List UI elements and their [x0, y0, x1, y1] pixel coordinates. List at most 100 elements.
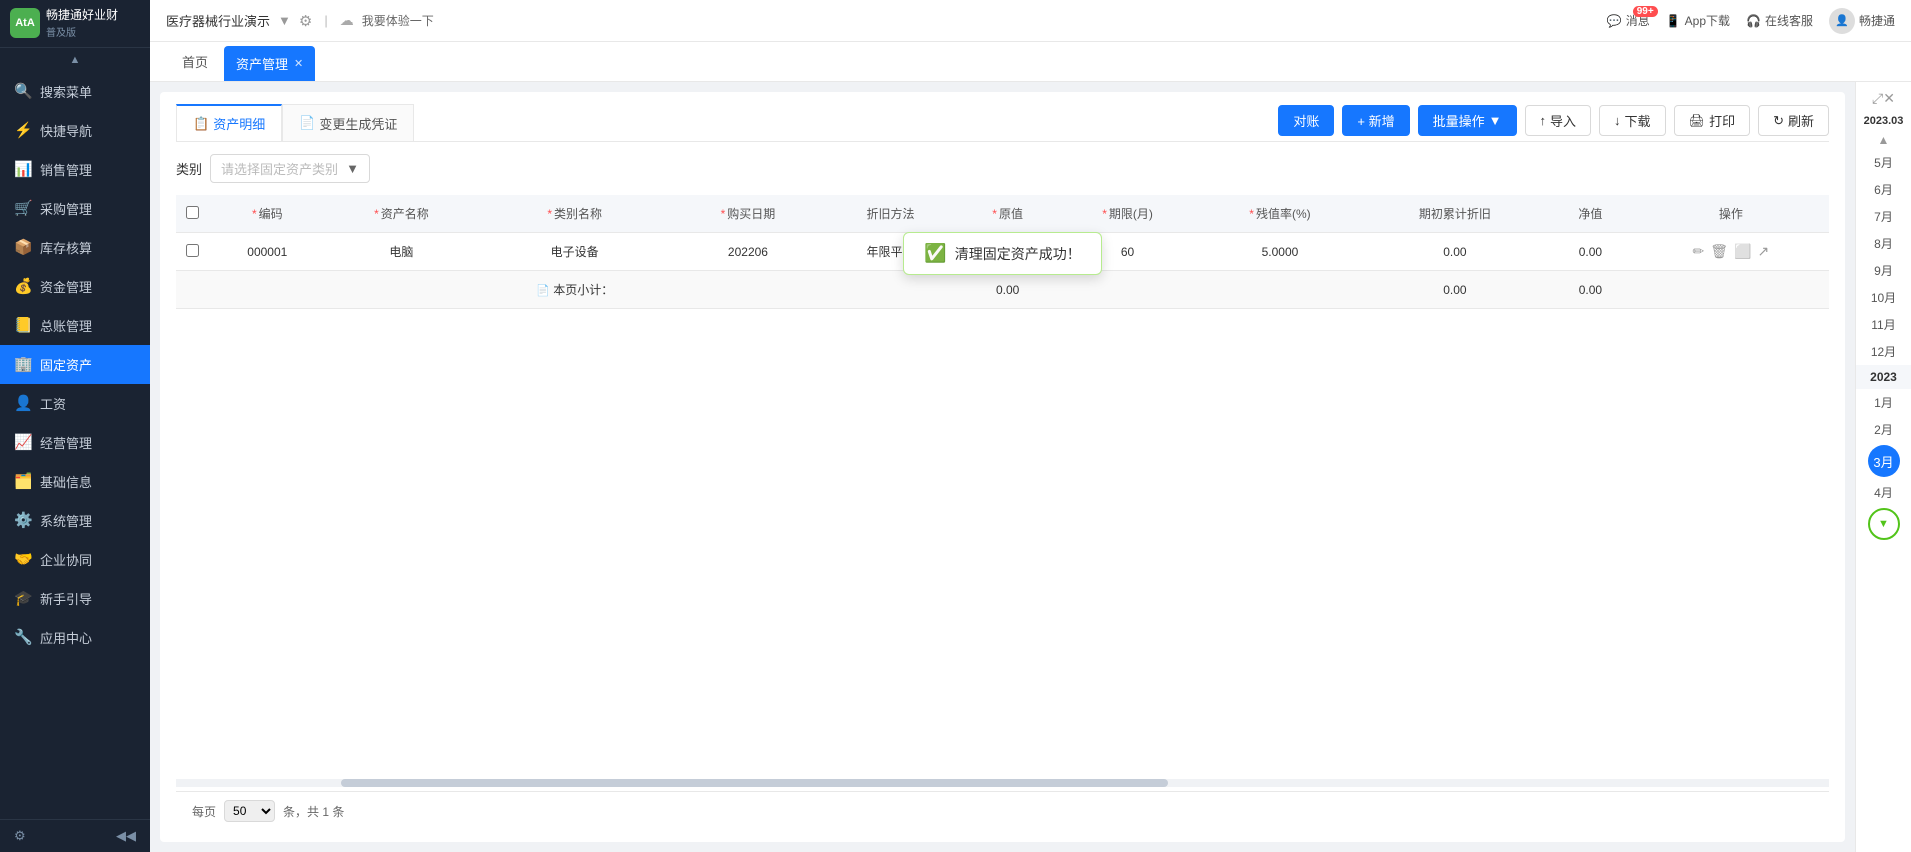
header-checkbox-cell	[176, 195, 208, 233]
company-dropdown-icon[interactable]: ▼	[278, 13, 291, 28]
sidebar-item-label: 固定资产	[40, 355, 92, 374]
subtotal-net: 0.00	[1548, 271, 1633, 309]
download-button[interactable]: ↓ 下载	[1599, 105, 1666, 136]
refresh-button[interactable]: ↻ 刷新	[1758, 105, 1829, 136]
cal-month-1[interactable]: 1月	[1856, 389, 1911, 416]
reconcile-button[interactable]: 对账	[1278, 105, 1334, 136]
sidebar-item-label: 快捷导航	[40, 121, 92, 140]
sidebar-item-ledger[interactable]: 📒 总账管理	[0, 306, 150, 345]
cal-month-11[interactable]: 11月	[1856, 311, 1911, 338]
avatar: 👤	[1829, 8, 1855, 34]
sub-tab-asset-detail[interactable]: 📋 资产明细	[176, 104, 282, 141]
panel-close-icon[interactable]: ✕	[1883, 90, 1895, 107]
app-download-badge[interactable]: 📱 App下载	[1666, 12, 1730, 29]
cal-month-8[interactable]: 8月	[1856, 230, 1911, 257]
sidebar: AtA 畅捷通好业财 普及版 ▲ 🔍 搜索菜单 ⚡ 快捷导航 📊 销售管理 🛒 …	[0, 0, 150, 852]
sidebar-item-management[interactable]: 📈 经营管理	[0, 423, 150, 462]
online-service-label: 在线客服	[1765, 12, 1813, 29]
per-page-select[interactable]: 50 100	[224, 800, 275, 822]
select-all-checkbox[interactable]	[186, 206, 199, 219]
calendar-up-arrow[interactable]: ▲	[1876, 131, 1892, 149]
sidebar-header: AtA 畅捷通好业财 普及版	[0, 0, 150, 48]
sidebar-item-quick-nav[interactable]: ⚡ 快捷导航	[0, 111, 150, 150]
action-buttons: ✏ 🗑 ⬜ ↗	[1641, 243, 1821, 260]
sidebar-nav: 🔍 搜索菜单 ⚡ 快捷导航 📊 销售管理 🛒 采购管理 📦 库存核算 💰 资金管…	[0, 72, 150, 819]
message-count: 99+	[1633, 6, 1658, 17]
sidebar-item-finance[interactable]: 💰 资金管理	[0, 267, 150, 306]
expand-icon[interactable]: ⤢	[1872, 90, 1883, 107]
tab-home[interactable]: 首页	[166, 44, 224, 81]
cal-month-7[interactable]: 7月	[1856, 203, 1911, 230]
cell-period: 60	[1057, 233, 1198, 271]
cell-category: 电子设备	[476, 233, 673, 271]
cell-net-value: 0.00	[1548, 233, 1633, 271]
filter-dropdown-icon: ▼	[346, 161, 359, 176]
copy-icon[interactable]: ⬜	[1734, 243, 1751, 260]
sidebar-item-enterprise[interactable]: 🤝 企业协同	[0, 540, 150, 579]
print-button[interactable]: 🖨 打印	[1674, 105, 1751, 136]
table-wrapper: *编码 *资产名称 *类别名称 *购买日期 折旧方法 *原值 *期限(月) *残…	[176, 195, 1829, 775]
guide-icon: 🎓	[14, 589, 32, 607]
sidebar-item-guide[interactable]: 🎓 新手引导	[0, 579, 150, 618]
download-icon: 📱	[1666, 14, 1681, 28]
sidebar-scroll-up[interactable]: ▲	[0, 48, 150, 72]
horizontal-scrollbar[interactable]	[176, 779, 1829, 787]
settings-icon[interactable]: ⚙	[14, 828, 26, 844]
sidebar-item-apps[interactable]: 🔧 应用中心	[0, 618, 150, 657]
add-button[interactable]: + 新增	[1342, 105, 1409, 136]
import-button[interactable]: ↑ 导入	[1525, 105, 1592, 136]
cal-month-12[interactable]: 12月	[1856, 338, 1911, 365]
content-area: 📋 资产明细 📄 变更生成凭证 对账 + 新增 批量操作 ▼ ↑	[150, 82, 1911, 852]
asset-table: *编码 *资产名称 *类别名称 *购买日期 折旧方法 *原值 *期限(月) *残…	[176, 195, 1829, 309]
delete-icon[interactable]: 🗑	[1710, 243, 1728, 260]
tab-close-icon[interactable]: ✕	[294, 57, 303, 70]
cell-original-value	[958, 233, 1057, 271]
topbar-settings-icon[interactable]: ⚙	[299, 12, 312, 30]
sidebar-item-label: 资金管理	[40, 277, 92, 296]
filter-row: 类别 请选择固定资产类别 ▼	[176, 154, 1829, 183]
sidebar-item-label: 系统管理	[40, 511, 92, 530]
cell-name: 电脑	[327, 233, 477, 271]
sidebar-item-system[interactable]: ⚙️ 系统管理	[0, 501, 150, 540]
topbar-right: 💬 消息 99+ 📱 App下载 🎧 在线客服 👤 畅捷通	[1607, 8, 1895, 34]
sidebar-item-search[interactable]: 🔍 搜索菜单	[0, 72, 150, 111]
table-header-row: *编码 *资产名称 *类别名称 *购买日期 折旧方法 *原值 *期限(月) *残…	[176, 195, 1829, 233]
cal-month-3-current[interactable]: 3月	[1868, 445, 1900, 477]
basic-info-icon: 🗂️	[14, 472, 32, 490]
sidebar-collapse-icon[interactable]: ◀◀	[116, 828, 136, 844]
sidebar-item-payroll[interactable]: 👤 工资	[0, 384, 150, 423]
sidebar-bottom: ⚙ ◀◀	[0, 819, 150, 852]
header-depreciation: 折旧方法	[823, 195, 958, 233]
sidebar-item-purchase[interactable]: 🛒 采购管理	[0, 189, 150, 228]
message-badge[interactable]: 💬 消息 99+	[1607, 12, 1650, 29]
tab-asset-management[interactable]: 资产管理 ✕	[224, 46, 315, 81]
sidebar-item-basic-info[interactable]: 🗂️ 基础信息	[0, 462, 150, 501]
cal-month-5[interactable]: 5月	[1856, 149, 1911, 176]
cal-go-down-icon[interactable]: ▼	[1868, 508, 1900, 540]
cal-month-6[interactable]: 6月	[1856, 176, 1911, 203]
cal-month-10[interactable]: 10月	[1856, 284, 1911, 311]
experience-label[interactable]: 我要体验一下	[362, 12, 434, 29]
purchase-icon: 🛒	[14, 199, 32, 217]
sidebar-item-label: 应用中心	[40, 628, 92, 647]
right-calendar-panel: ⤢ ✕ 2023.03 ▲ 5月 6月 7月 8月 9月 10月 11月 12月…	[1855, 82, 1911, 852]
more-icon[interactable]: ↗	[1757, 243, 1769, 260]
download-icon: ↓	[1614, 113, 1621, 128]
header-category: *类别名称	[476, 195, 673, 233]
online-service-badge[interactable]: 🎧 在线客服	[1746, 12, 1813, 29]
filter-select[interactable]: 请选择固定资产类别 ▼	[210, 154, 370, 183]
sidebar-item-inventory[interactable]: 📦 库存核算	[0, 228, 150, 267]
batch-button[interactable]: 批量操作 ▼	[1418, 105, 1517, 136]
cal-year-2023: 2023	[1856, 365, 1911, 389]
user-profile[interactable]: 👤 畅捷通	[1829, 8, 1895, 34]
edit-icon[interactable]: ✏	[1693, 243, 1705, 260]
header-code: *编码	[208, 195, 327, 233]
sidebar-item-fixed-assets[interactable]: 🏢 固定资产	[0, 345, 150, 384]
sub-tab-voucher[interactable]: 📄 变更生成凭证	[282, 104, 414, 141]
cal-month-9[interactable]: 9月	[1856, 257, 1911, 284]
row-checkbox[interactable]	[186, 244, 199, 257]
subtotal-icon: 📄	[536, 285, 550, 297]
cal-month-4[interactable]: 4月	[1856, 479, 1911, 506]
cal-month-2[interactable]: 2月	[1856, 416, 1911, 443]
sidebar-item-sales[interactable]: 📊 销售管理	[0, 150, 150, 189]
